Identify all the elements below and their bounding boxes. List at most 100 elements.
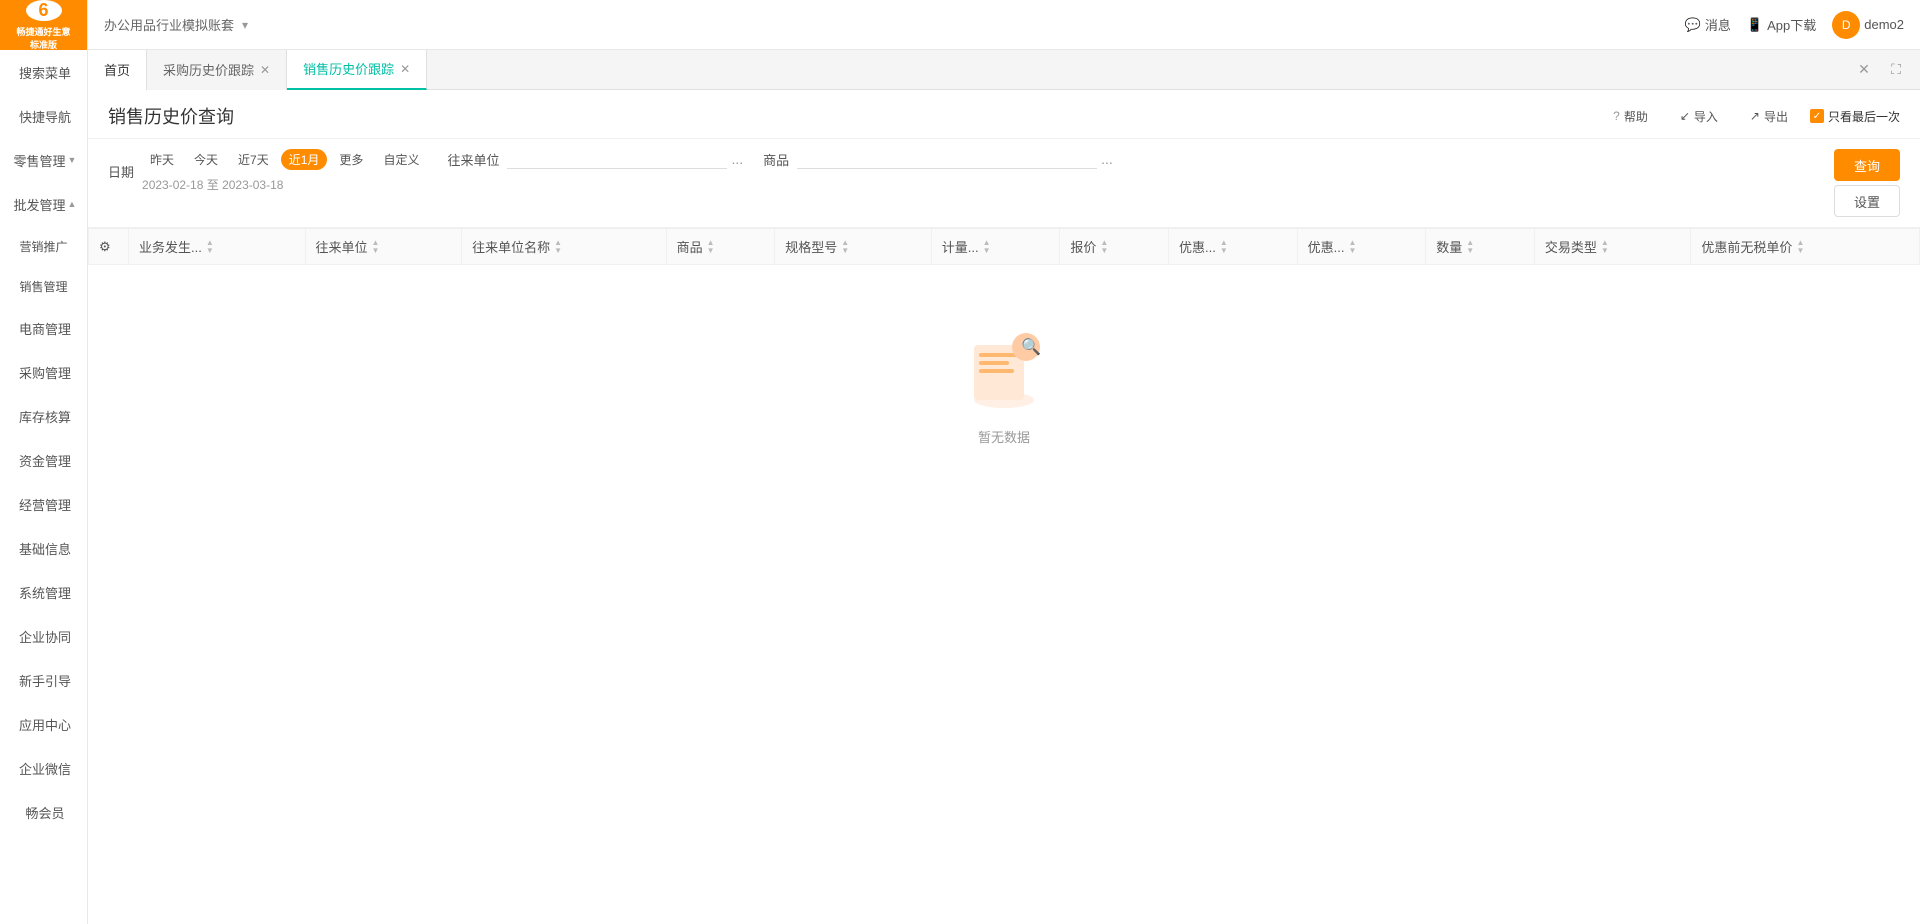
date-option-more[interactable]: 更多: [331, 149, 371, 170]
table-column-gear[interactable]: ⚙: [89, 229, 129, 265]
date-range-display: 2023-02-18 至 2023-03-18: [142, 176, 427, 193]
sidebar-item-finance[interactable]: 资金管理: [0, 438, 87, 482]
date-option-yesterday[interactable]: 昨天: [142, 149, 182, 170]
table-column-partner-code[interactable]: 往来单位 ▲▼: [305, 229, 462, 265]
message-icon: 💬: [1685, 17, 1701, 33]
sidebar-item-enterprise-wechat[interactable]: 企业微信: [0, 746, 87, 790]
query-button[interactable]: 查询: [1834, 149, 1900, 181]
help-button[interactable]: ? 帮助: [1603, 102, 1658, 130]
table-column-unit[interactable]: 计量... ▲▼: [931, 229, 1060, 265]
sidebar-item-purchase-mgmt[interactable]: 采购管理: [0, 350, 87, 394]
data-table: ⚙ 业务发生... ▲▼ 往来单位 ▲▼: [88, 228, 1920, 265]
sidebar-item-inventory[interactable]: 库存核算: [0, 394, 87, 438]
date-option-last7[interactable]: 近7天: [230, 149, 277, 170]
table-column-quantity[interactable]: 数量 ▲▼: [1426, 229, 1535, 265]
sidebar-item-enterprise-collab[interactable]: 企业协同: [0, 614, 87, 658]
date-option-custom[interactable]: 自定义: [375, 149, 427, 170]
tab-sales-history-close[interactable]: ✕: [400, 62, 410, 76]
tabbar-actions: ✕ ⛶: [1852, 58, 1920, 82]
import-icon: ↙: [1680, 109, 1690, 123]
goods-filter-group: 商品 ...: [763, 149, 1113, 169]
goods-input[interactable]: [797, 149, 1097, 169]
sidebar-item-app-center[interactable]: 应用中心: [0, 702, 87, 746]
sidebar-item-membership[interactable]: 畅会员: [0, 790, 87, 834]
sort-arrows: ▲▼: [1348, 239, 1356, 255]
sidebar-item-system-mgmt[interactable]: 系统管理: [0, 570, 87, 614]
only-last-checkbox[interactable]: ✓ 只看最后一次: [1810, 108, 1900, 125]
sidebar-item-label: 零售管理: [14, 151, 66, 170]
table-column-trade-type[interactable]: 交易类型 ▲▼: [1534, 229, 1691, 265]
table-column-discount1[interactable]: 优惠... ▲▼: [1169, 229, 1298, 265]
sidebar-item-label: 资金管理: [19, 451, 71, 470]
goods-dots-button[interactable]: ...: [1101, 151, 1113, 167]
logo-sub: 标准版: [30, 38, 57, 51]
help-icon: ?: [1613, 109, 1620, 123]
arrow-up-icon: ▲: [68, 199, 77, 209]
partner-input-wrapper: ...: [507, 149, 743, 169]
sidebar-item-ecommerce-mgmt[interactable]: 电商管理: [0, 306, 87, 350]
app-logo: 6 畅捷通好生意 标准版: [0, 0, 87, 50]
sidebar-item-label: 快捷导航: [19, 107, 71, 126]
table-column-discount2[interactable]: 优惠... ▲▼: [1297, 229, 1426, 265]
date-option-today[interactable]: 今天: [186, 149, 226, 170]
sidebar: 6 畅捷通好生意 标准版 搜索菜单 快捷导航 零售管理 ▼ 批发管理 ▲ 营销推…: [0, 0, 88, 924]
export-button[interactable]: ↗ 导出: [1740, 102, 1798, 130]
import-button[interactable]: ↙ 导入: [1670, 102, 1728, 130]
topbar-dropdown-icon[interactable]: ▾: [242, 18, 248, 32]
tab-purchase-history[interactable]: 采购历史价跟踪 ✕: [147, 50, 287, 90]
app-download-icon: 📱: [1747, 17, 1763, 33]
table-column-pretax-price[interactable]: 优惠前无税单价 ▲▼: [1691, 229, 1920, 265]
sidebar-item-search-menu[interactable]: 搜索菜单: [0, 50, 87, 94]
gear-icon: ⚙: [99, 239, 111, 254]
sidebar-item-new-guide[interactable]: 新手引导: [0, 658, 87, 702]
partner-dots-button[interactable]: ...: [731, 151, 743, 167]
sidebar-item-label: 营销推广: [19, 238, 67, 255]
sort-arrows: ▲▼: [841, 239, 849, 255]
sidebar-item-wholesale-mgmt[interactable]: 批发管理 ▲: [0, 182, 87, 226]
table-column-goods[interactable]: 商品 ▲▼: [666, 229, 775, 265]
sidebar-item-label: 畅会员: [25, 803, 64, 822]
sidebar-item-label: 企业微信: [19, 759, 71, 778]
sidebar-item-quick-nav[interactable]: 快捷导航: [0, 94, 87, 138]
sort-arrows: ▲▼: [707, 239, 715, 255]
close-all-button[interactable]: ✕: [1852, 58, 1876, 82]
sort-arrows: ▲▼: [1100, 239, 1108, 255]
table-column-quote[interactable]: 报价 ▲▼: [1060, 229, 1169, 265]
sidebar-item-label: 销售管理: [19, 278, 67, 295]
main-content: 办公用品行业模拟账套 ▾ 💬 消息 📱 App下载 D demo2 首页: [88, 0, 1920, 924]
sidebar-item-retail-mgmt[interactable]: 零售管理 ▼: [0, 138, 87, 182]
page-content: 销售历史价查询 ? 帮助 ↙ 导入 ↗ 导出 ✓ 只看最后一次: [88, 90, 1920, 924]
topbar-title: 办公用品行业模拟账套: [104, 15, 234, 34]
sidebar-item-label: 企业协同: [19, 627, 71, 646]
message-button[interactable]: 💬 消息: [1685, 15, 1731, 34]
sidebar-item-basic-info[interactable]: 基础信息: [0, 526, 87, 570]
sidebar-item-label: 系统管理: [19, 583, 71, 602]
sidebar-item-ops-mgmt[interactable]: 经营管理: [0, 482, 87, 526]
sidebar-sub-item-marketing[interactable]: 营销推广: [0, 226, 87, 266]
date-filter-group: 日期 昨天 今天 近7天 近1月 更多 自定义 2023-02-18 至 202…: [108, 149, 427, 193]
sidebar-item-label: 采购管理: [19, 363, 71, 382]
maximize-button[interactable]: ⛶: [1884, 58, 1908, 82]
date-option-last1month[interactable]: 近1月: [281, 149, 328, 170]
table-column-partner-name[interactable]: 往来单位名称 ▲▼: [462, 229, 667, 265]
tab-purchase-history-close[interactable]: ✕: [260, 63, 270, 77]
settings-button[interactable]: 设置: [1834, 185, 1900, 217]
svg-text:🔍: 🔍: [1021, 336, 1041, 356]
avatar: D: [1832, 11, 1860, 39]
topbar-right: 💬 消息 📱 App下载 D demo2: [1685, 11, 1904, 39]
topbar: 办公用品行业模拟账套 ▾ 💬 消息 📱 App下载 D demo2: [88, 0, 1920, 50]
table-header-row: ⚙ 业务发生... ▲▼ 往来单位 ▲▼: [89, 229, 1920, 265]
tab-home[interactable]: 首页: [88, 50, 147, 90]
partner-filter-group: 往来单位 ...: [447, 149, 743, 169]
sidebar-sub-item-sales-mgmt[interactable]: 销售管理: [0, 266, 87, 306]
sort-arrows: ▲▼: [1796, 239, 1804, 255]
user-menu[interactable]: D demo2: [1832, 11, 1904, 39]
tab-sales-history[interactable]: 销售历史价跟踪 ✕: [287, 50, 427, 90]
table-column-spec[interactable]: 规格型号 ▲▼: [775, 229, 932, 265]
partner-input[interactable]: [507, 149, 727, 169]
sidebar-item-label: 电商管理: [19, 319, 71, 338]
goods-filter-label: 商品: [763, 150, 789, 169]
app-download-button[interactable]: 📱 App下载: [1747, 15, 1816, 34]
table-column-business-date[interactable]: 业务发生... ▲▼: [129, 229, 306, 265]
message-label: 消息: [1705, 15, 1731, 34]
